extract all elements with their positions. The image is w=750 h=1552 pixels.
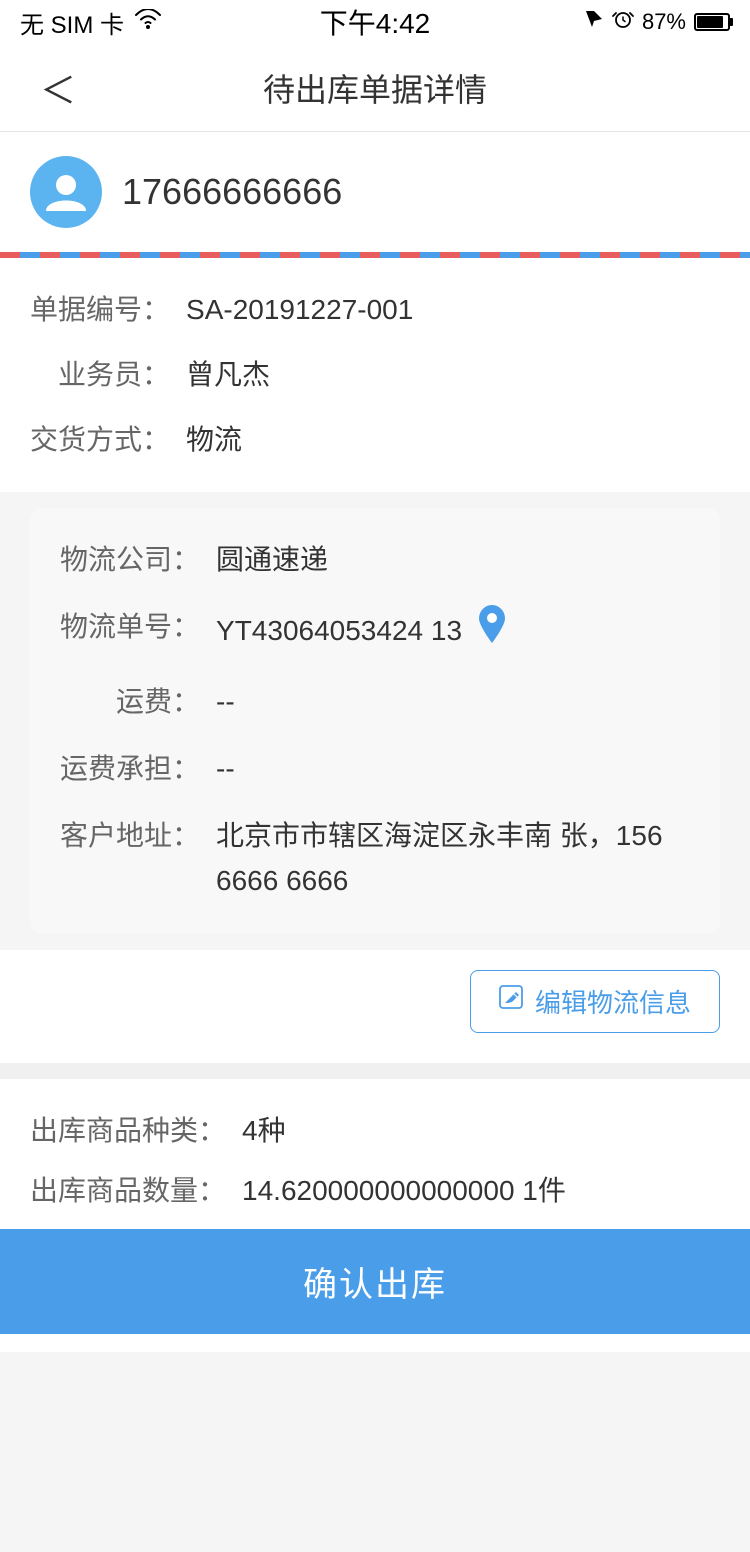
salesman-row: 业务员： 曾凡杰 <box>30 353 720 398</box>
logistics-company-label: 物流公司： <box>60 538 200 583</box>
logistics-company-value: 圆通速递 <box>216 538 690 583</box>
battery-icon <box>694 13 730 31</box>
document-number-value: SA-20191227-001 <box>186 288 720 333</box>
location-arrow-icon <box>584 9 604 35</box>
edit-btn-row: 编辑物流信息 <box>0 950 750 1063</box>
logistics-tracking-row: 物流单号： YT43064053424 13 <box>60 605 690 658</box>
document-number-row: 单据编号： SA-20191227-001 <box>30 288 720 333</box>
alarm-icon <box>612 8 634 36</box>
freight-label: 运费： <box>60 680 200 725</box>
freight-bear-value: -- <box>216 747 690 792</box>
salesman-label: 业务员： <box>30 353 170 398</box>
document-number-label: 单据编号： <box>30 288 170 333</box>
delivery-value: 物流 <box>186 418 720 463</box>
status-bar: 无 SIM 卡 下午4:42 87% <box>0 0 750 44</box>
edit-logistics-button[interactable]: 编辑物流信息 <box>470 970 720 1033</box>
back-button[interactable]: ＜ <box>30 52 86 124</box>
confirm-outbound-button[interactable]: 确认出库 <box>30 1257 720 1306</box>
logistics-tracking-label: 物流单号： <box>60 605 200 650</box>
separator <box>0 1063 750 1079</box>
nav-bar: ＜ 待出库单据详情 <box>0 44 750 132</box>
page-title: 待出库单据详情 <box>263 65 487 111</box>
delivery-row: 交货方式： 物流 <box>30 418 720 463</box>
logistics-company-row: 物流公司： 圆通速递 <box>60 538 690 583</box>
edit-btn-label: 编辑物流信息 <box>535 983 691 1020</box>
status-bar-time: 下午4:42 <box>320 2 431 42</box>
bottom-spacer <box>0 1352 750 1552</box>
product-type-value: 4种 <box>242 1109 286 1149</box>
address-value: 北京市市辖区海淀区永丰南 张，156 6666 6666 <box>216 814 690 904</box>
freight-bear-label: 运费承担： <box>60 747 200 792</box>
product-quantity-row: 出库商品数量： 14.620000000000000 1件 <box>30 1169 720 1209</box>
address-row: 客户地址： 北京市市辖区海淀区永丰南 张，156 6666 6666 <box>60 814 690 904</box>
freight-bear-row: 运费承担： -- <box>60 747 690 792</box>
tracking-location-icon[interactable] <box>476 605 508 658</box>
wifi-icon <box>134 8 162 36</box>
logistics-tracking-value: YT43064053424 13 <box>216 605 690 658</box>
product-section: 出库商品种类： 4种 出库商品数量： 14.620000000000000 1件 <box>0 1079 750 1239</box>
status-bar-left: 无 SIM 卡 <box>20 5 162 40</box>
confirm-btn-container: 确认出库 <box>0 1229 750 1334</box>
product-type-label: 出库商品种类： <box>30 1109 226 1149</box>
delivery-label: 交货方式： <box>30 418 170 463</box>
customer-phone: 17666666666 <box>122 171 342 213</box>
avatar <box>30 156 102 228</box>
status-bar-right: 87% <box>584 8 730 36</box>
logistics-card: 物流公司： 圆通速递 物流单号： YT43064053424 13 运费： --… <box>30 508 720 933</box>
edit-icon <box>499 985 525 1018</box>
document-info-section: 单据编号： SA-20191227-001 业务员： 曾凡杰 交货方式： 物流 <box>0 258 750 492</box>
address-label: 客户地址： <box>60 814 200 859</box>
salesman-value: 曾凡杰 <box>186 353 720 398</box>
carrier-text: 无 SIM 卡 <box>20 5 124 40</box>
product-type-row: 出库商品种类： 4种 <box>30 1109 720 1149</box>
user-icon <box>41 167 91 217</box>
battery-text: 87% <box>642 9 686 35</box>
customer-section: 17666666666 <box>0 132 750 252</box>
product-quantity-value: 14.620000000000000 1件 <box>242 1169 566 1209</box>
freight-row: 运费： -- <box>60 680 690 725</box>
product-quantity-label: 出库商品数量： <box>30 1169 226 1209</box>
freight-value: -- <box>216 680 690 725</box>
